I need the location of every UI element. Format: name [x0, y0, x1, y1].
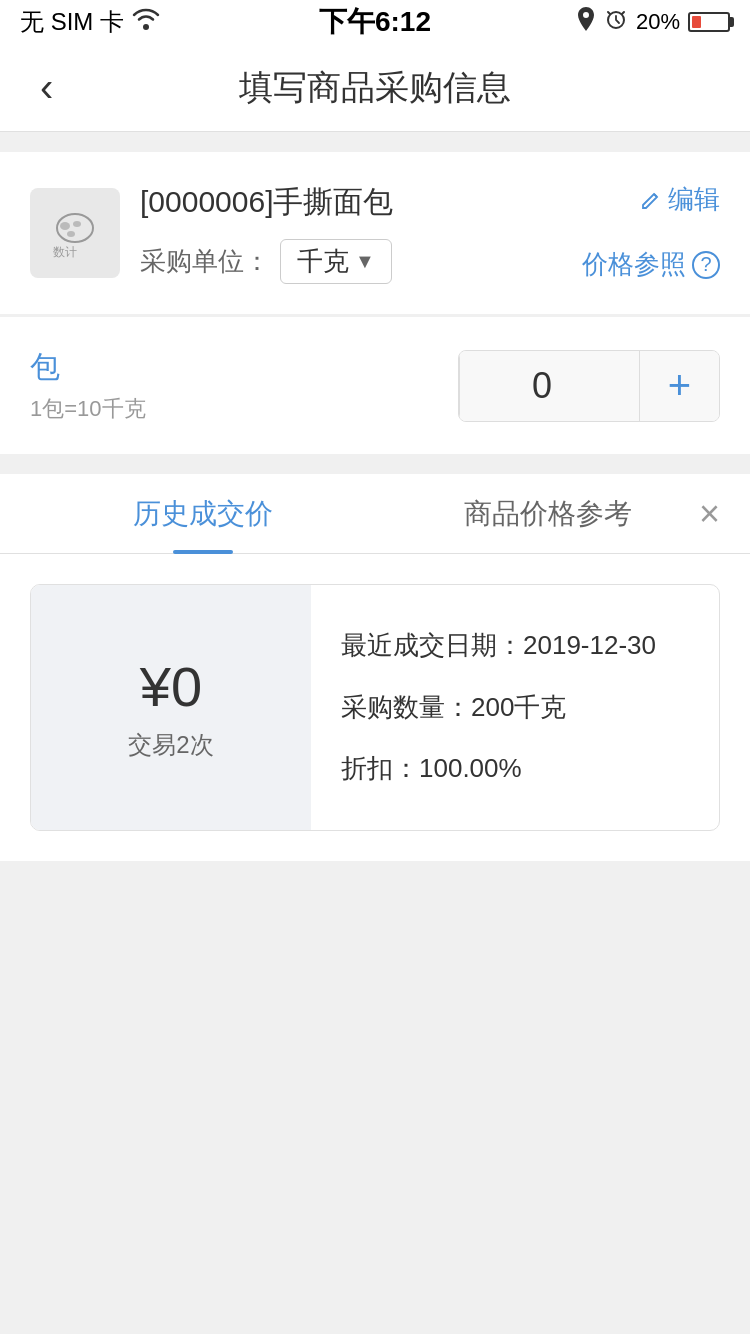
- quantity-unit-name: 包: [30, 347, 146, 388]
- page-title: 填写商品采购信息: [239, 65, 511, 111]
- tab-panel: 历史成交价 商品价格参考 × ¥0 交易2次 最近成交日期：2019-12-30…: [0, 474, 750, 861]
- quantity-label: 包 1包=10千克: [30, 347, 146, 424]
- back-button[interactable]: ‹: [30, 55, 63, 120]
- product-left: 数计 [0000006]手撕面包 采购单位： 千克 ▼: [30, 182, 393, 284]
- quantity-plus-button[interactable]: +: [639, 351, 719, 421]
- transaction-right: 最近成交日期：2019-12-30 采购数量：200千克 折扣：100.00%: [311, 585, 719, 830]
- quantity-control: +: [458, 350, 720, 422]
- svg-text:数计: 数计: [53, 245, 77, 259]
- help-icon: ?: [692, 251, 720, 279]
- unit-label-text: 采购单位：: [140, 244, 270, 279]
- carrier-text: 无 SIM 卡: [20, 6, 124, 38]
- product-header: 数计 [0000006]手撕面包 采购单位： 千克 ▼ 编辑 价: [30, 182, 720, 284]
- product-name: [0000006]手撕面包: [140, 182, 393, 223]
- tab-price-ref-label: 商品价格参考: [464, 495, 632, 533]
- unit-value: 千克: [297, 244, 349, 279]
- transaction-count: 交易2次: [128, 729, 213, 761]
- date-label: 最近成交日期：: [341, 630, 523, 660]
- tab-header: 历史成交价 商品价格参考 ×: [0, 474, 750, 554]
- yen-symbol: ¥: [140, 655, 171, 718]
- edit-label: 编辑: [668, 182, 720, 217]
- battery-icon: [688, 12, 730, 32]
- product-thumbnail: 数计: [30, 188, 120, 278]
- transaction-price: ¥0: [140, 654, 202, 719]
- price-value: 0: [171, 655, 202, 718]
- quantity-row: 包 1包=10千克 +: [0, 316, 750, 454]
- status-time: 下午6:12: [319, 3, 431, 41]
- wifi-icon: [132, 8, 160, 36]
- svg-point-2: [60, 222, 70, 230]
- price-ref-button[interactable]: 价格参照 ?: [582, 247, 720, 282]
- transaction-qty: 采购数量：200千克: [341, 687, 689, 729]
- transaction-date: 最近成交日期：2019-12-30: [341, 625, 689, 667]
- discount-value: 100.00%: [419, 753, 522, 783]
- price-ref-label: 价格参照: [582, 247, 686, 282]
- qty-label: 采购数量：: [341, 692, 471, 722]
- svg-point-3: [73, 221, 81, 227]
- tab-price-ref[interactable]: 商品价格参考: [375, 474, 720, 554]
- unit-dropdown-arrow: ▼: [355, 250, 375, 273]
- alarm-icon: [604, 7, 628, 37]
- edit-button[interactable]: 编辑: [640, 182, 720, 217]
- unit-select[interactable]: 千克 ▼: [280, 239, 392, 284]
- transaction-left: ¥0 交易2次: [31, 585, 311, 830]
- tab-history-price[interactable]: 历史成交价: [30, 474, 375, 554]
- nav-bar: ‹ 填写商品采购信息: [0, 44, 750, 132]
- svg-point-4: [67, 231, 75, 237]
- product-unit-row: 采购单位： 千克 ▼: [140, 239, 393, 284]
- product-info: [0000006]手撕面包 采购单位： 千克 ▼: [140, 182, 393, 284]
- product-card: 数计 [0000006]手撕面包 采购单位： 千克 ▼ 编辑 价: [0, 152, 750, 314]
- tab-close-button[interactable]: ×: [699, 493, 720, 535]
- qty-value: 200千克: [471, 692, 566, 722]
- status-bar: 无 SIM 卡 下午6:12 20%: [0, 0, 750, 44]
- status-right: 20%: [576, 7, 730, 37]
- product-actions: 编辑 价格参照 ?: [582, 182, 720, 282]
- date-value: 2019-12-30: [523, 630, 656, 660]
- bottom-content: [0, 861, 750, 1334]
- discount-label: 折扣：: [341, 753, 419, 783]
- transaction-discount: 折扣：100.00%: [341, 748, 689, 790]
- tab-content: ¥0 交易2次 最近成交日期：2019-12-30 采购数量：200千克 折扣：…: [0, 554, 750, 861]
- transaction-card: ¥0 交易2次 最近成交日期：2019-12-30 采购数量：200千克 折扣：…: [30, 584, 720, 831]
- quantity-unit-equiv: 1包=10千克: [30, 394, 146, 424]
- location-icon: [576, 7, 596, 37]
- tab-history-price-label: 历史成交价: [133, 495, 273, 533]
- quantity-input[interactable]: [459, 351, 639, 421]
- battery-percent: 20%: [636, 9, 680, 35]
- status-left: 无 SIM 卡: [20, 6, 160, 38]
